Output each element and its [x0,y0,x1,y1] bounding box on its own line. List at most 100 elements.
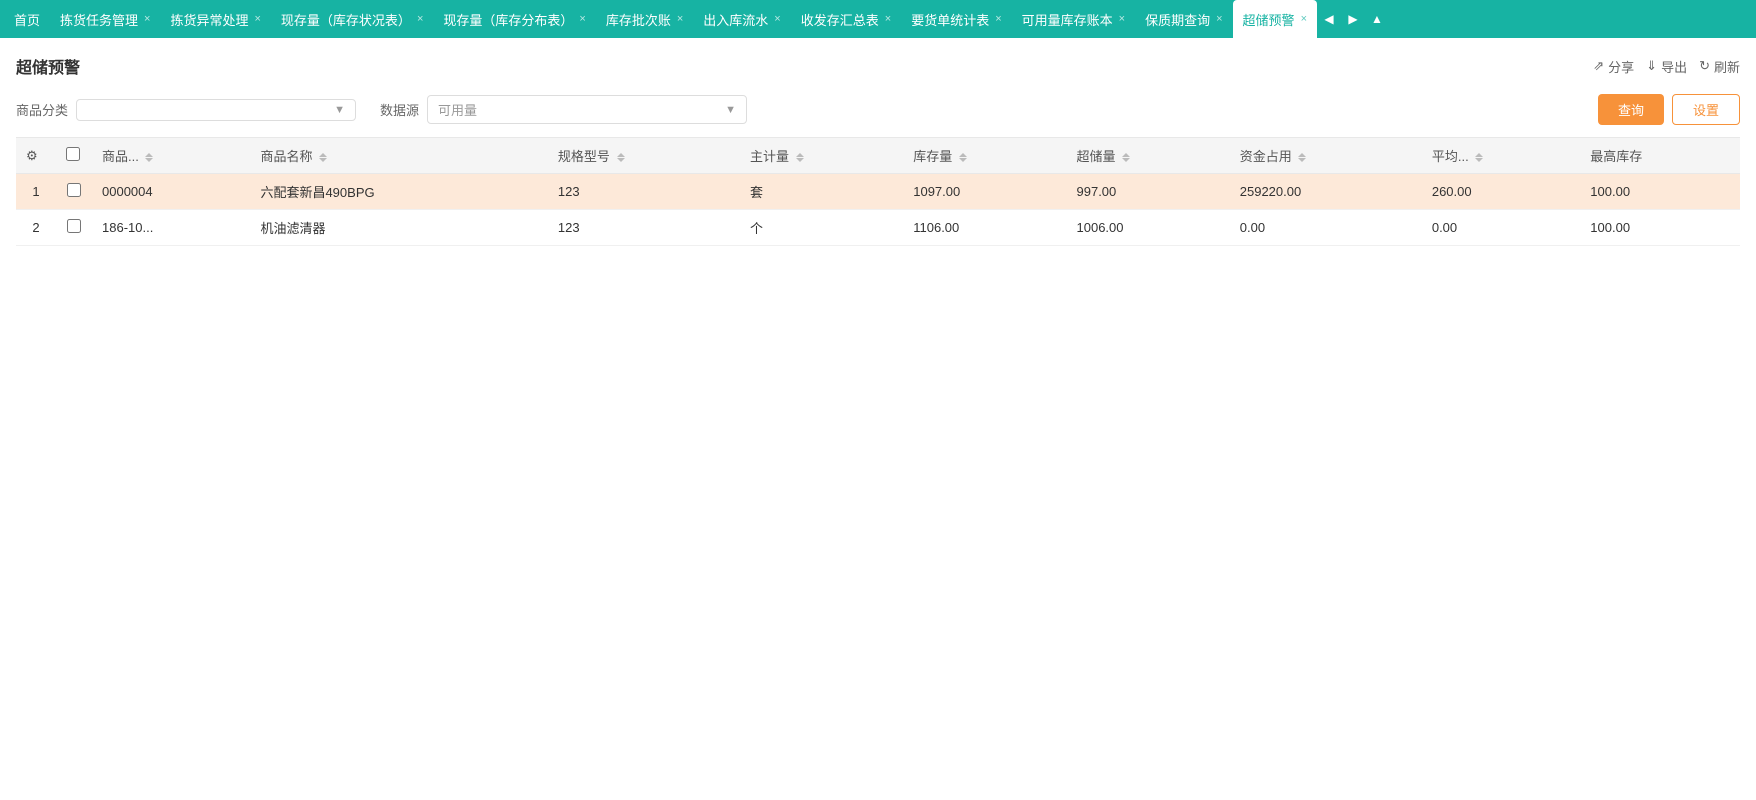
sort-down-arrow [319,158,327,162]
category-label: 商品分类 [16,100,68,119]
select-all-checkbox[interactable] [66,147,80,161]
share-button[interactable]: ⇗ 分享 [1593,57,1634,76]
row-checkbox[interactable] [67,219,81,233]
col-product-name[interactable]: 商品名称 [250,138,547,174]
col-unit[interactable]: 主计量 [740,138,903,174]
col-select-all [56,138,92,174]
sort-up-arrow [319,153,327,157]
stock-qty: 1097.00 [903,174,1066,210]
stock-qty: 1106.00 [903,210,1066,246]
avg-value: 260.00 [1422,174,1580,210]
nav-prev-arrow[interactable]: ◀ [1317,0,1341,38]
nav-item-stock-status[interactable]: 现存量（库存状况表） × [271,0,433,38]
product-code: 0000004 [92,174,250,210]
col-avg[interactable]: 平均... [1422,138,1580,174]
settings-button[interactable]: 设置 [1672,94,1740,125]
nav-more-arrow[interactable]: ▲ [1365,0,1389,38]
product-unit: 套 [740,174,903,210]
overstock-qty: 997.00 [1067,174,1230,210]
col-stock[interactable]: 库存量 [903,138,1066,174]
capital-usage: 0.00 [1230,210,1422,246]
row-checkbox-cell [56,174,92,210]
datasource-select[interactable]: 可用量 ▼ [427,95,747,124]
close-icon[interactable]: × [254,13,260,25]
product-unit: 个 [740,210,903,246]
col-max-stock[interactable]: 最高库存 [1580,138,1740,174]
sort-icon [145,153,153,162]
sort-up-arrow [1475,153,1483,157]
refresh-button[interactable]: ↻ 刷新 [1699,57,1740,76]
sort-icon [319,153,327,162]
close-icon[interactable]: × [1216,13,1222,25]
sort-up-arrow [145,153,153,157]
nav-item-overstock[interactable]: 超储预警 × [1233,0,1317,38]
col-capital[interactable]: 资金占用 [1230,138,1422,174]
avg-value: 0.00 [1422,210,1580,246]
sort-down-arrow [796,158,804,162]
close-icon[interactable]: × [677,13,683,25]
chevron-down-icon: ▼ [334,104,345,116]
sort-icon [1475,153,1483,162]
close-icon[interactable]: × [417,13,423,25]
close-icon[interactable]: × [885,13,891,25]
close-icon[interactable]: × [579,13,585,25]
close-icon[interactable]: × [774,13,780,25]
table-header-row: ⚙ 商品... 商品名称 [16,138,1740,174]
close-icon[interactable]: × [144,13,150,25]
row-checkbox-cell [56,210,92,246]
datasource-filter: 数据源 可用量 ▼ [380,95,747,124]
nav-item-summary[interactable]: 收发存汇总表 × [791,0,901,38]
product-name: 机油滤清器 [250,210,547,246]
max-stock: 100.00 [1580,174,1740,210]
data-table: ⚙ 商品... 商品名称 [16,137,1740,246]
col-gear: ⚙ [16,138,56,174]
col-spec[interactable]: 规格型号 [548,138,740,174]
export-button[interactable]: ⇓ 导出 [1646,57,1687,76]
sort-up-arrow [617,153,625,157]
sort-down-arrow [1298,158,1306,162]
sort-icon [959,153,967,162]
sort-up-arrow [1122,153,1130,157]
nav-item-home[interactable]: 首页 [4,0,50,38]
product-spec: 123 [548,210,740,246]
main-content: 超储预警 ⇗ 分享 ⇓ 导出 ↻ 刷新 商品分类 ▼ 数据源 [0,38,1756,800]
filter-actions: 查询 设置 [1598,94,1740,125]
page-header: 超储预警 ⇗ 分享 ⇓ 导出 ↻ 刷新 [16,54,1740,78]
row-checkbox[interactable] [67,183,81,197]
nav-item-task[interactable]: 拣货任务管理 × [50,0,160,38]
sort-icon [796,153,804,162]
sort-icon [1122,153,1130,162]
nav-item-stock-dist[interactable]: 现存量（库存分布表） × [433,0,595,38]
query-button[interactable]: 查询 [1598,94,1664,125]
col-product-code[interactable]: 商品... [92,138,250,174]
datasource-label: 数据源 [380,100,419,119]
nav-item-exception[interactable]: 拣货异常处理 × [160,0,270,38]
table-row: 1 0000004 六配套新昌490BPG 123 套 1097.00 997.… [16,174,1740,210]
nav-item-batch[interactable]: 库存批次账 × [596,0,693,38]
close-icon[interactable]: × [1301,13,1307,25]
chevron-down-icon: ▼ [725,104,736,116]
category-select[interactable]: ▼ [76,99,356,121]
top-nav: 首页 拣货任务管理 × 拣货异常处理 × 现存量（库存状况表） × 现存量（库存… [0,0,1756,38]
nav-item-available[interactable]: 可用量库存账本 × [1012,0,1135,38]
sort-icon [617,153,625,162]
table-row: 2 186-10... 机油滤清器 123 个 1106.00 1006.00 … [16,210,1740,246]
sort-down-arrow [617,158,625,162]
close-icon[interactable]: × [995,13,1001,25]
sort-up-arrow [959,153,967,157]
nav-item-shelf-life[interactable]: 保质期查询 × [1135,0,1232,38]
sort-up-arrow [1298,153,1306,157]
nav-item-order-stats[interactable]: 要货单统计表 × [901,0,1011,38]
page-title: 超储预警 [16,54,80,78]
nav-next-arrow[interactable]: ▶ [1341,0,1365,38]
sort-icon [1298,153,1306,162]
close-icon[interactable]: × [1119,13,1125,25]
row-number: 2 [16,210,56,246]
sort-down-arrow [1475,158,1483,162]
row-number: 1 [16,174,56,210]
capital-usage: 259220.00 [1230,174,1422,210]
refresh-icon: ↻ [1699,58,1710,74]
col-overstock[interactable]: 超储量 [1067,138,1230,174]
gear-icon[interactable]: ⚙ [26,148,38,163]
nav-item-flow[interactable]: 出入库流水 × [693,0,790,38]
